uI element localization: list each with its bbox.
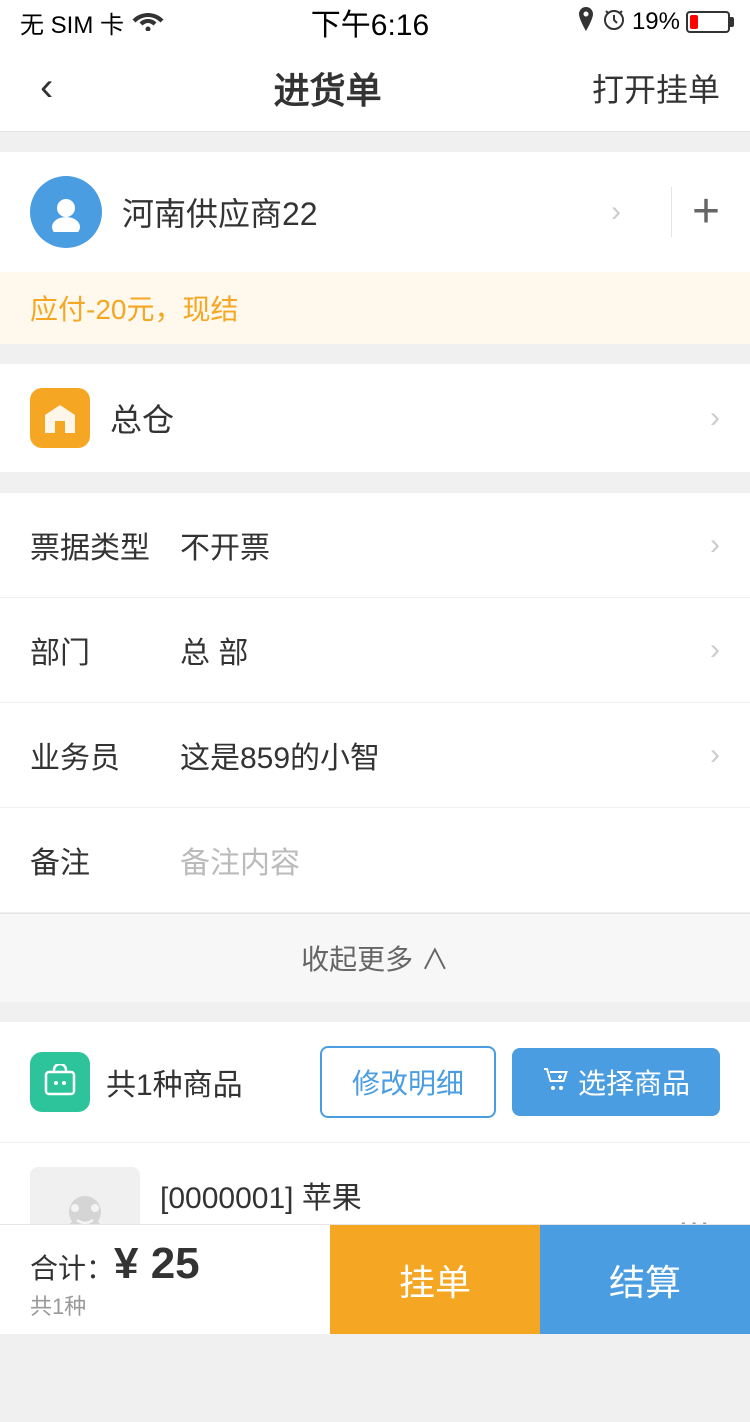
warehouse-section: 总仓 › <box>0 364 750 473</box>
supplier-section: 河南供应商22 › + 应付-20元，现结 <box>0 152 750 344</box>
department-value: 总 部 <box>160 628 710 672</box>
battery-icon <box>686 11 730 33</box>
department-label: 部门 <box>30 628 160 672</box>
wifi-icon <box>132 7 164 38</box>
product-header: 共1种商品 修改明细 选择商品 <box>0 1002 750 1143</box>
salesperson-value: 这是859的小智 <box>160 733 710 777</box>
alarm-icon <box>602 7 626 38</box>
status-time: 下午6:16 <box>311 0 429 44</box>
product-count-text: 共1种商品 <box>106 1060 320 1104</box>
battery-percent: 19% <box>632 8 680 36</box>
total-label: 合计： <box>30 1247 114 1287</box>
divider-3 <box>0 473 750 493</box>
nav-bar: ‹ 进货单 打开挂单 <box>0 44 750 132</box>
bottom-bar: 合计： ¥ 25 共1种 挂单 结算 <box>0 1224 750 1334</box>
supplier-avatar <box>30 176 102 248</box>
ticket-type-row[interactable]: 票据类型 不开票 › <box>0 493 750 598</box>
department-row[interactable]: 部门 总 部 › <box>0 598 750 703</box>
product-title: 苹果 <box>302 1182 362 1215</box>
select-product-button[interactable]: 选择商品 <box>512 1048 720 1116</box>
product-name: [0000001] 苹果 <box>160 1173 668 1217</box>
divider-2 <box>0 344 750 364</box>
remark-label: 备注 <box>30 838 160 882</box>
page-title: 进货单 <box>274 62 382 114</box>
supplier-divider <box>671 187 672 237</box>
total-amount: ¥ 25 <box>114 1239 200 1289</box>
salesperson-arrow-icon: › <box>710 738 720 772</box>
supplier-arrow-icon: › <box>611 195 621 229</box>
cart-icon <box>542 1065 570 1100</box>
product-code: [0000001] <box>160 1182 293 1215</box>
warehouse-arrow-icon: › <box>710 401 720 435</box>
supplier-name: 河南供应商22 <box>122 189 611 235</box>
carrier-text: 无 SIM 卡 <box>20 5 124 40</box>
warning-banner: 应付-20元，现结 <box>0 272 750 344</box>
modify-detail-button[interactable]: 修改明细 <box>320 1046 496 1118</box>
open-hang-button[interactable]: 打开挂单 <box>592 65 720 111</box>
status-icons: 19% <box>576 7 730 38</box>
product-count-icon <box>30 1052 90 1112</box>
location-icon <box>576 7 596 38</box>
ticket-type-value: 不开票 <box>160 523 710 567</box>
back-button[interactable]: ‹ <box>30 55 63 120</box>
remark-input[interactable]: 备注内容 <box>160 838 720 882</box>
ticket-type-arrow-icon: › <box>710 528 720 562</box>
select-product-label: 选择商品 <box>578 1062 690 1102</box>
total-section: 合计： ¥ 25 共1种 <box>0 1225 330 1334</box>
checkout-button[interactable]: 结算 <box>540 1225 750 1334</box>
hang-order-button[interactable]: 挂单 <box>330 1225 540 1334</box>
collapse-more-text: 收起更多 ∧ <box>301 944 449 975</box>
status-carrier: 无 SIM 卡 <box>20 5 164 40</box>
status-bar: 无 SIM 卡 下午6:16 19% <box>0 0 750 44</box>
salesperson-row[interactable]: 业务员 这是859的小智 › <box>0 703 750 808</box>
department-arrow-icon: › <box>710 633 720 667</box>
warehouse-icon <box>30 388 90 448</box>
add-supplier-button[interactable]: + <box>692 188 720 236</box>
warehouse-row[interactable]: 总仓 › <box>0 364 750 473</box>
form-section: 票据类型 不开票 › 部门 总 部 › 业务员 这是859的小智 › 备注 备注… <box>0 493 750 1002</box>
salesperson-label: 业务员 <box>30 733 160 777</box>
supplier-row[interactable]: 河南供应商22 › + <box>0 152 750 272</box>
divider-1 <box>0 132 750 152</box>
warning-text: 应付-20元，现结 <box>30 294 238 325</box>
ticket-type-label: 票据类型 <box>30 523 160 567</box>
collapse-more-button[interactable]: 收起更多 ∧ <box>0 913 750 1002</box>
remark-row[interactable]: 备注 备注内容 <box>0 808 750 913</box>
warehouse-name: 总仓 <box>110 395 710 441</box>
total-sub-label: 共1种 <box>30 1289 300 1321</box>
